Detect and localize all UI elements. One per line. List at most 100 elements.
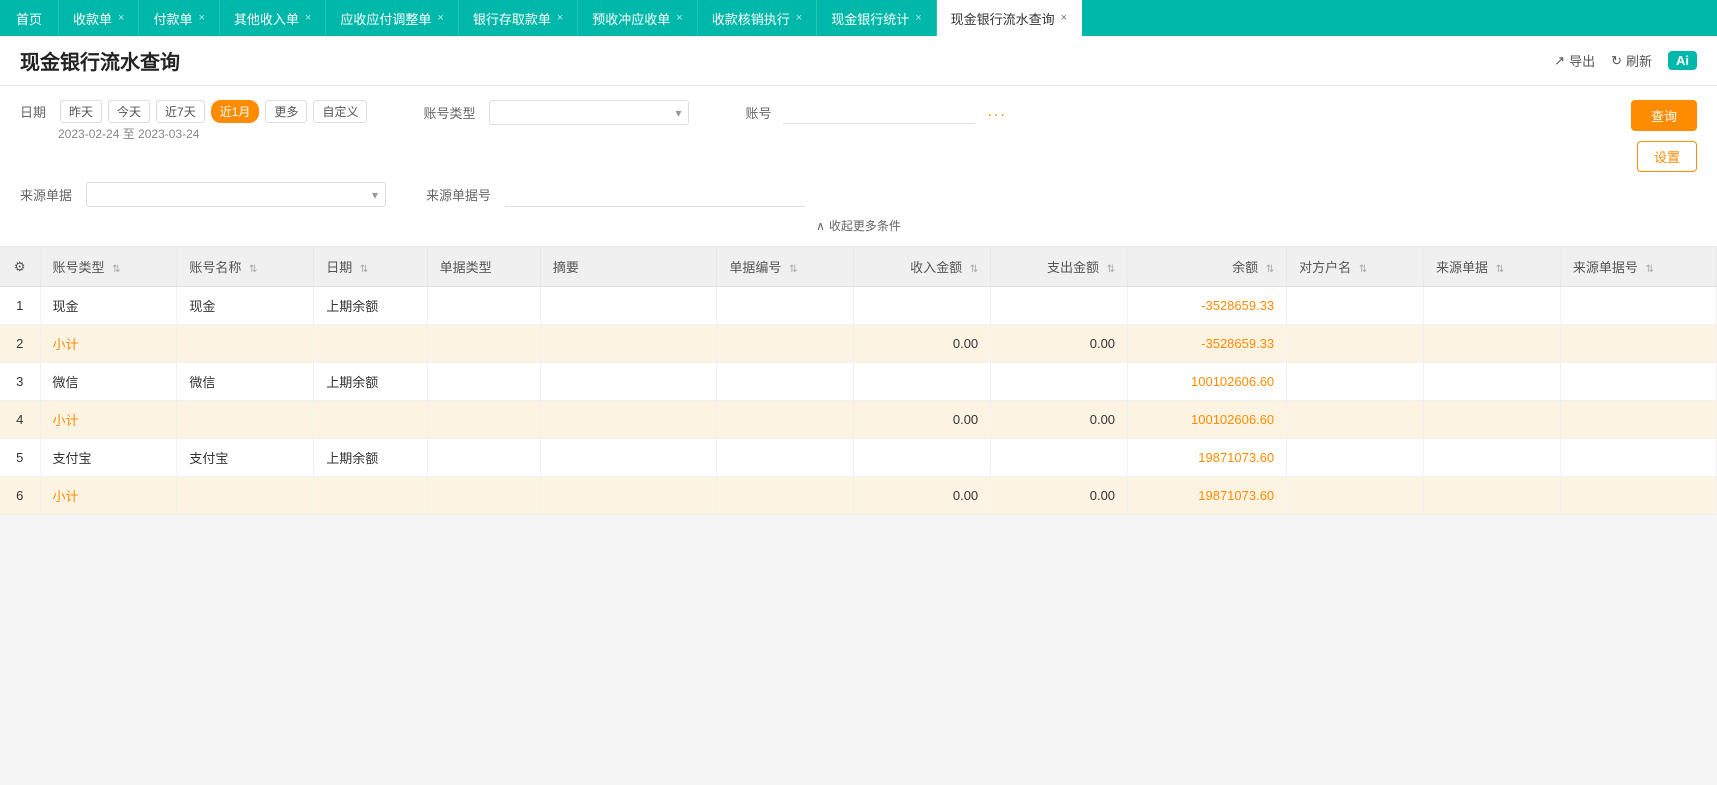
cell-balance: 19871073.60 bbox=[1128, 477, 1287, 515]
yesterday-btn[interactable]: 昨天 bbox=[60, 100, 102, 123]
close-icon[interactable]: × bbox=[198, 12, 204, 24]
ai-button[interactable]: Ai bbox=[1668, 51, 1697, 70]
sort-icon[interactable]: ⇅ bbox=[789, 264, 797, 275]
cell-counterpart bbox=[1287, 401, 1424, 439]
sort-icon[interactable]: ⇅ bbox=[112, 264, 120, 275]
nav-item-7[interactable]: 现金银行统计 × bbox=[817, 0, 936, 36]
top-nav: 首页 收款单 × 付款单 × 其他收入单 × 应收应付调整单 × 银行存取款单 … bbox=[0, 0, 1717, 36]
nav-home[interactable]: 首页 bbox=[0, 0, 59, 36]
today-btn[interactable]: 今天 bbox=[108, 100, 150, 123]
account-type-label: 账号类型 bbox=[423, 103, 475, 122]
close-icon[interactable]: × bbox=[437, 12, 443, 24]
account-type-wrapper bbox=[489, 100, 689, 125]
collapse-button[interactable]: ∧ 收起更多条件 bbox=[816, 217, 901, 234]
sort-icon[interactable]: ⇅ bbox=[970, 264, 978, 275]
cell-summary bbox=[540, 477, 717, 515]
cell-summary bbox=[540, 325, 717, 363]
source-doc-select[interactable] bbox=[86, 182, 386, 207]
col-income: 收入金额 ⇅ bbox=[854, 247, 991, 287]
near1m-btn[interactable]: 近1月 bbox=[211, 100, 260, 123]
cell-income bbox=[854, 363, 991, 401]
table-wrapper: ⚙ 账号类型 ⇅ 账号名称 ⇅ 日期 ⇅ 单据类型 摘要 bbox=[0, 247, 1717, 515]
cell-date bbox=[314, 401, 427, 439]
cell-summary bbox=[540, 439, 717, 477]
account-input[interactable] bbox=[783, 100, 975, 124]
cell-source-doc-no bbox=[1560, 401, 1716, 439]
cell-counterpart bbox=[1287, 287, 1424, 325]
nav-item-6[interactable]: 收款核销执行 × bbox=[698, 0, 817, 36]
query-button[interactable]: 查询 bbox=[1631, 100, 1697, 131]
cell-date: 上期余额 bbox=[314, 363, 427, 401]
collapse-icon: ∧ bbox=[816, 219, 825, 233]
cell-expense bbox=[991, 363, 1128, 401]
cell-source-doc bbox=[1424, 439, 1561, 477]
close-icon[interactable]: × bbox=[796, 12, 802, 24]
source-doc-no-input[interactable] bbox=[505, 183, 805, 207]
nav-item-3[interactable]: 应收应付调整单 × bbox=[326, 0, 458, 36]
col-summary: 摘要 bbox=[540, 247, 717, 287]
cell-expense: 0.00 bbox=[991, 325, 1128, 363]
cell-account-type: 小计 bbox=[40, 401, 177, 439]
close-icon[interactable]: × bbox=[305, 12, 311, 24]
cell-account-name bbox=[177, 325, 314, 363]
account-dots-btn[interactable]: ... bbox=[987, 103, 1006, 121]
sort-icon[interactable]: ⇅ bbox=[1359, 264, 1367, 275]
cell-doc-no bbox=[717, 401, 854, 439]
cell-doc-no bbox=[717, 287, 854, 325]
col-settings[interactable]: ⚙ bbox=[0, 247, 40, 287]
cell-doc-no bbox=[717, 325, 854, 363]
col-doc-type: 单据类型 bbox=[427, 247, 540, 287]
table-header-row: ⚙ 账号类型 ⇅ 账号名称 ⇅ 日期 ⇅ 单据类型 摘要 bbox=[0, 247, 1717, 287]
col-counterpart: 对方户名 ⇅ bbox=[1287, 247, 1424, 287]
page-header: 现金银行流水查询 ↗ 导出 ↻ 刷新 Ai bbox=[0, 36, 1717, 86]
cell-doc-type bbox=[427, 477, 540, 515]
cell-balance: -3528659.33 bbox=[1128, 325, 1287, 363]
custom-btn[interactable]: 自定义 bbox=[313, 100, 367, 123]
close-icon[interactable]: × bbox=[1061, 12, 1067, 24]
nav-item-4[interactable]: 银行存取款单 × bbox=[459, 0, 578, 36]
sort-icon[interactable]: ⇅ bbox=[1646, 264, 1654, 275]
near7-btn[interactable]: 近7天 bbox=[156, 100, 205, 123]
cell-income: 0.00 bbox=[854, 401, 991, 439]
cell-balance: -3528659.33 bbox=[1128, 287, 1287, 325]
col-balance: 余额 ⇅ bbox=[1128, 247, 1287, 287]
close-icon[interactable]: × bbox=[915, 12, 921, 24]
sort-icon[interactable]: ⇅ bbox=[1266, 264, 1274, 275]
cell-counterpart bbox=[1287, 325, 1424, 363]
cell-balance: 100102606.60 bbox=[1128, 401, 1287, 439]
sort-icon[interactable]: ⇅ bbox=[1107, 264, 1115, 275]
cell-expense bbox=[991, 287, 1128, 325]
close-icon[interactable]: × bbox=[676, 12, 682, 24]
cell-account-name bbox=[177, 401, 314, 439]
cell-income bbox=[854, 287, 991, 325]
cell-account-type: 支付宝 bbox=[40, 439, 177, 477]
cell-source-doc bbox=[1424, 325, 1561, 363]
cell-source-doc-no bbox=[1560, 477, 1716, 515]
cell-account-name: 现金 bbox=[177, 287, 314, 325]
nav-item-2[interactable]: 其他收入单 × bbox=[220, 0, 326, 36]
more-btn[interactable]: 更多 bbox=[265, 100, 307, 123]
nav-item-8[interactable]: 现金银行流水查询 × bbox=[937, 0, 1082, 36]
header-actions: ↗ 导出 ↻ 刷新 Ai bbox=[1554, 51, 1697, 70]
cell-income: 0.00 bbox=[854, 477, 991, 515]
cell-doc-type bbox=[427, 325, 540, 363]
cell-account-type: 现金 bbox=[40, 287, 177, 325]
settings-button[interactable]: 设置 bbox=[1637, 141, 1697, 172]
cell-num: 6 bbox=[0, 477, 40, 515]
account-type-select[interactable] bbox=[489, 100, 689, 125]
cell-source-doc bbox=[1424, 401, 1561, 439]
refresh-button[interactable]: ↻ 刷新 bbox=[1611, 51, 1652, 70]
date-label: 日期 bbox=[20, 102, 46, 121]
cell-account-name: 微信 bbox=[177, 363, 314, 401]
table-row: 2 小计 0.00 0.00 -3528659.33 bbox=[0, 325, 1717, 363]
nav-item-1[interactable]: 付款单 × bbox=[139, 0, 219, 36]
sort-icon[interactable]: ⇅ bbox=[249, 264, 257, 275]
sort-icon[interactable]: ⇅ bbox=[1496, 264, 1504, 275]
sort-icon[interactable]: ⇅ bbox=[360, 264, 368, 275]
close-icon[interactable]: × bbox=[118, 12, 124, 24]
settings-gear-icon[interactable]: ⚙ bbox=[14, 259, 26, 274]
export-button[interactable]: ↗ 导出 bbox=[1554, 51, 1595, 70]
close-icon[interactable]: × bbox=[557, 12, 563, 24]
nav-item-5[interactable]: 预收冲应收单 × bbox=[578, 0, 697, 36]
nav-item-0[interactable]: 收款单 × bbox=[59, 0, 139, 36]
